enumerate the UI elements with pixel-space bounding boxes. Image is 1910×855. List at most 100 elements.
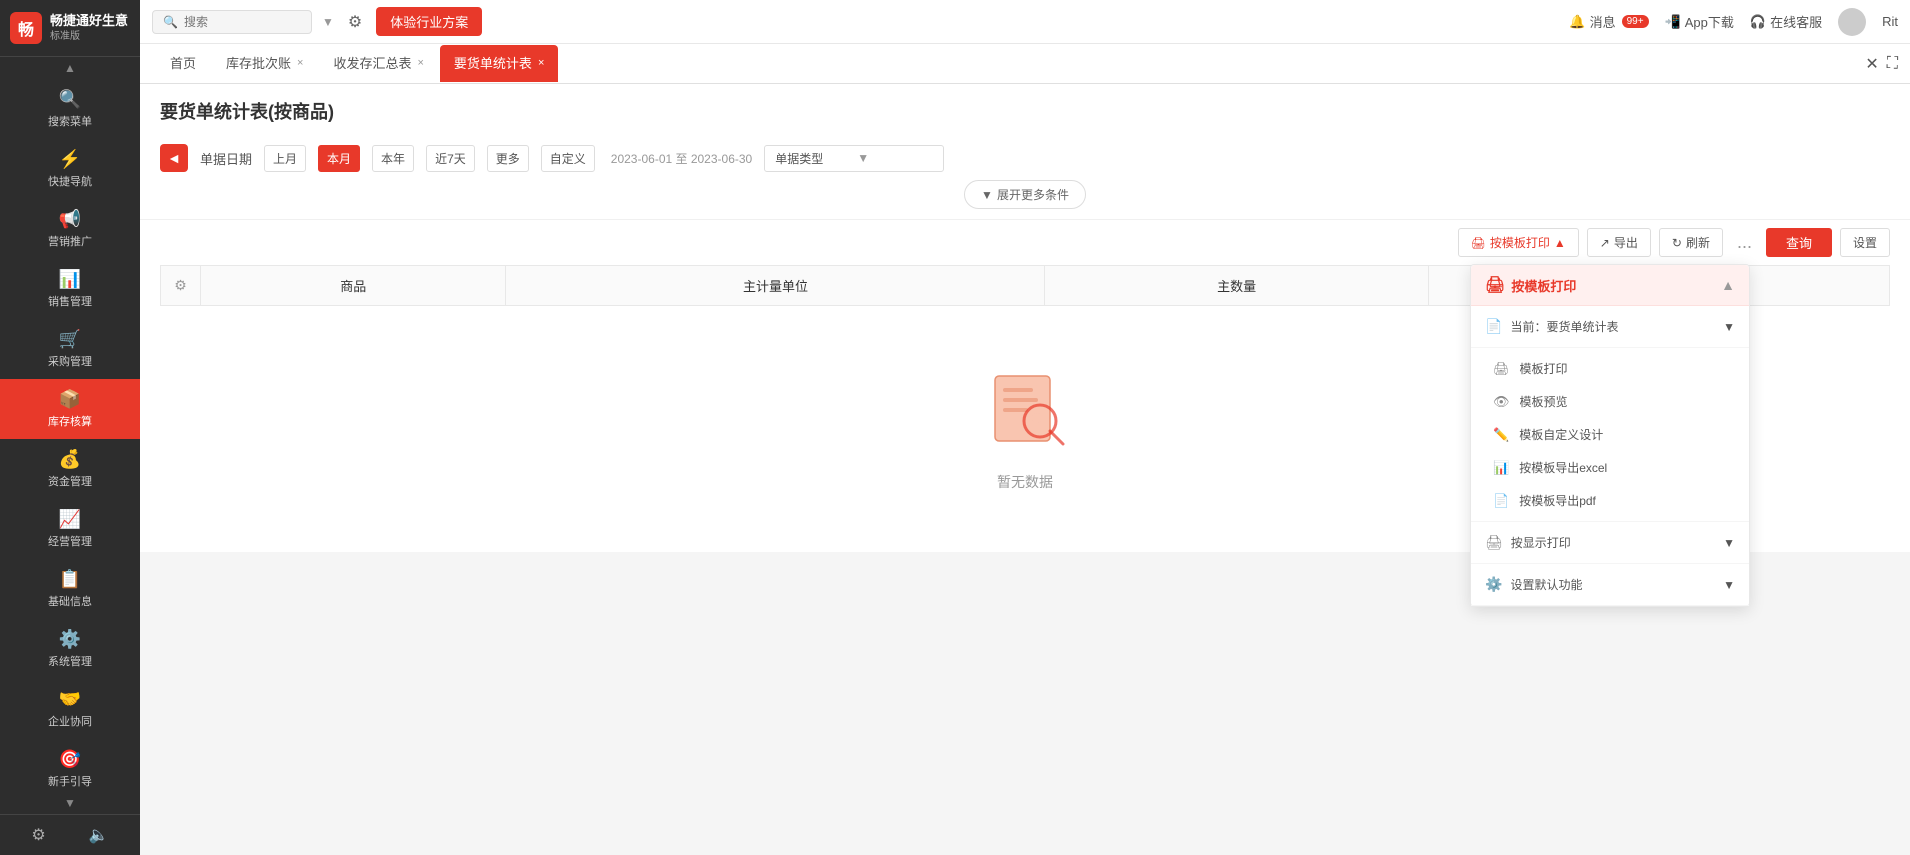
topbar-right: 🔔 消息 99 📲 App下载 🎧 在线客服 Rit	[1569, 8, 1898, 36]
topbar-search-box[interactable]: 🔍	[152, 10, 312, 34]
sidebar-item-marketing[interactable]: 📢 营销推广	[0, 199, 140, 259]
date-btn-last-month[interactable]: 上月	[264, 145, 306, 172]
tab-receivable-summary[interactable]: 收发存汇总表 ×	[319, 45, 437, 82]
design-icon: ✏️	[1493, 427, 1509, 443]
trending-icon: 📈	[59, 509, 81, 530]
dropdown-current-header[interactable]: 📄 当前：要货单统计表 ▼	[1471, 310, 1749, 343]
online-service-btn[interactable]: 🎧 在线客服	[1750, 12, 1822, 31]
date-btn-this-month[interactable]: 本月	[318, 145, 360, 172]
content-area: 要货单统计表(按商品) ◄ 单据日期 上月 本月 本年 近7天 更多 自定义 2…	[140, 84, 1910, 855]
dropdown-item-template-print[interactable]: 🖨 模板打印	[1471, 352, 1749, 385]
printer-icon: 🖨	[1471, 236, 1486, 250]
sidebar-item-finance[interactable]: 💰 资金管理	[0, 439, 140, 499]
app-download-btn[interactable]: 📲 App下载	[1665, 12, 1734, 31]
expand-down-icon: ▼	[981, 188, 993, 202]
tab-order-stats-close[interactable]: ×	[538, 57, 544, 69]
date-btn-7days[interactable]: 近7天	[426, 145, 475, 172]
speaker-footer-btn[interactable]: 🔈	[89, 825, 109, 845]
display-chevron-icon: ▼	[1723, 536, 1735, 550]
print-dropdown-panel: 🖨 按模板打印 ▲ 📄 当前：要货单统计表 ▼	[1470, 264, 1750, 607]
gear-icon: ⚙️	[59, 629, 81, 650]
dropdown-collapse-btn[interactable]: ▲	[1721, 277, 1735, 293]
sidebar-scroll-up[interactable]: ▲	[0, 57, 140, 79]
sidebar-item-search[interactable]: 🔍 搜索菜单	[0, 79, 140, 139]
print-btn[interactable]: 🖨 按模板打印 ▲	[1458, 228, 1579, 257]
dropdown-item-export-excel[interactable]: 📊 按模板导出excel	[1471, 451, 1749, 484]
date-btn-more[interactable]: 更多	[487, 145, 529, 172]
table-settings-icon[interactable]: ⚙	[174, 277, 187, 293]
tab-receivable-summary-close[interactable]: ×	[417, 57, 423, 69]
dropdown-items-section: 🖨 模板打印 👁 模板预览 ✏️ 模板自定义设计 📊	[1471, 348, 1749, 522]
dropdown-current-header-left: 📄 当前：要货单统计表	[1485, 318, 1618, 335]
settings-footer-btn[interactable]: ⚙	[31, 825, 45, 845]
query-btn[interactable]: 查询	[1766, 228, 1832, 257]
filter-toggle-btn[interactable]: ◄	[160, 144, 188, 172]
tab-home[interactable]: 首页	[156, 45, 210, 82]
setting-btn[interactable]: 设置	[1840, 228, 1890, 257]
sidebar-item-sales[interactable]: 📊 销售管理	[0, 259, 140, 319]
box-icon: 📦	[59, 389, 81, 410]
filter-area: ◄ 单据日期 上月 本月 本年 近7天 更多 自定义 2023-06-01 至 …	[140, 134, 1910, 219]
pdf-icon: 📄	[1493, 493, 1509, 509]
download-icon: 📲	[1665, 14, 1681, 30]
export-btn[interactable]: ↗ 导出	[1587, 228, 1651, 257]
tab-expand-btn[interactable]: ⛶	[1887, 55, 1898, 73]
headset-icon: 🎧	[1750, 14, 1766, 30]
page-header: 要货单统计表(按商品)	[140, 84, 1910, 134]
dropdown-item-template-custom[interactable]: ✏️ 模板自定义设计	[1471, 418, 1749, 451]
message-btn[interactable]: 🔔 消息 99	[1569, 12, 1648, 31]
avatar[interactable]	[1838, 8, 1866, 36]
sidebar-item-quick-nav[interactable]: ⚡ 快捷导航	[0, 139, 140, 199]
dropdown-item-template-preview[interactable]: 👁 模板预览	[1471, 385, 1749, 418]
preview-icon: 👁	[1493, 394, 1510, 410]
chart-icon: 📊	[59, 269, 81, 290]
default-func-icon: ⚙️	[1485, 576, 1502, 593]
topbar-search-input[interactable]	[184, 15, 304, 29]
topbar-chevron-icon[interactable]: ▼	[322, 15, 334, 29]
target-icon: 🎯	[59, 749, 81, 770]
tab-inventory-batch[interactable]: 库存批次账 ×	[212, 45, 317, 82]
empty-text: 暂无数据	[997, 472, 1053, 492]
sidebar-item-system[interactable]: ⚙️ 系统管理	[0, 619, 140, 679]
expand-more-btn[interactable]: ▼ 展开更多条件	[964, 180, 1086, 209]
order-type-select[interactable]: 单据类型 ▼	[764, 145, 944, 172]
trial-btn[interactable]: 体验行业方案	[376, 7, 482, 36]
sidebar-item-enterprise[interactable]: 🤝 企业协同	[0, 679, 140, 739]
sidebar-item-basic-info[interactable]: 📋 基础信息	[0, 559, 140, 619]
default-chevron-icon: ▼	[1723, 578, 1735, 592]
sidebar-item-guide[interactable]: 🎯 新手引导	[0, 739, 140, 792]
sidebar-item-inventory[interactable]: 📦 库存核算	[0, 379, 140, 439]
topbar-gear-icon[interactable]: ⚙	[348, 12, 362, 32]
order-type-chevron-icon: ▼	[857, 151, 933, 165]
bell-icon: 🔔	[1569, 14, 1585, 30]
sidebar-scroll-down[interactable]: ▼	[0, 792, 140, 814]
dropdown-printer-icon: 🖨	[1485, 275, 1505, 295]
dropdown-display-header-left: 🖨 按显示打印	[1485, 534, 1571, 551]
filter-row: ◄ 单据日期 上月 本月 本年 近7天 更多 自定义 2023-06-01 至 …	[160, 144, 1890, 172]
cart-icon: 🛒	[59, 329, 81, 350]
topbar-search-icon: 🔍	[163, 15, 178, 29]
dropdown-item-export-pdf[interactable]: 📄 按模板导出pdf	[1471, 484, 1749, 517]
sidebar-item-purchase[interactable]: 🛒 采购管理	[0, 319, 140, 379]
print-doc-icon: 🖨	[1493, 361, 1510, 377]
sidebar-item-operations[interactable]: 📈 经营管理	[0, 499, 140, 559]
tab-inventory-batch-close[interactable]: ×	[297, 57, 303, 69]
refresh-btn[interactable]: ↻ 刷新	[1659, 228, 1723, 257]
col-quantity: 主数量	[1045, 266, 1428, 306]
col-product: 商品	[201, 266, 506, 306]
date-btn-this-year[interactable]: 本年	[372, 145, 414, 172]
toolbar-more-btn[interactable]: ...	[1731, 230, 1758, 255]
print-chevron-icon: ▲	[1554, 236, 1566, 250]
dropdown-default-header-left: ⚙️ 设置默认功能	[1485, 576, 1582, 593]
clipboard-icon: 📋	[59, 569, 81, 590]
tab-order-stats[interactable]: 要货单统计表 ×	[440, 45, 558, 82]
dropdown-default-section: ⚙️ 设置默认功能 ▼	[1471, 564, 1749, 606]
template-list-icon: 📄	[1485, 318, 1502, 335]
dropdown-default-header[interactable]: ⚙️ 设置默认功能 ▼	[1471, 568, 1749, 601]
refresh-icon: ↻	[1672, 236, 1682, 250]
tab-close-all-btn[interactable]: ✕	[1865, 54, 1878, 74]
date-btn-custom[interactable]: 自定义	[541, 145, 595, 172]
date-range-display: 2023-06-01 至 2023-06-30	[611, 150, 752, 167]
app-logo-icon: 畅	[10, 12, 42, 44]
dropdown-display-header[interactable]: 🖨 按显示打印 ▼	[1471, 526, 1749, 559]
